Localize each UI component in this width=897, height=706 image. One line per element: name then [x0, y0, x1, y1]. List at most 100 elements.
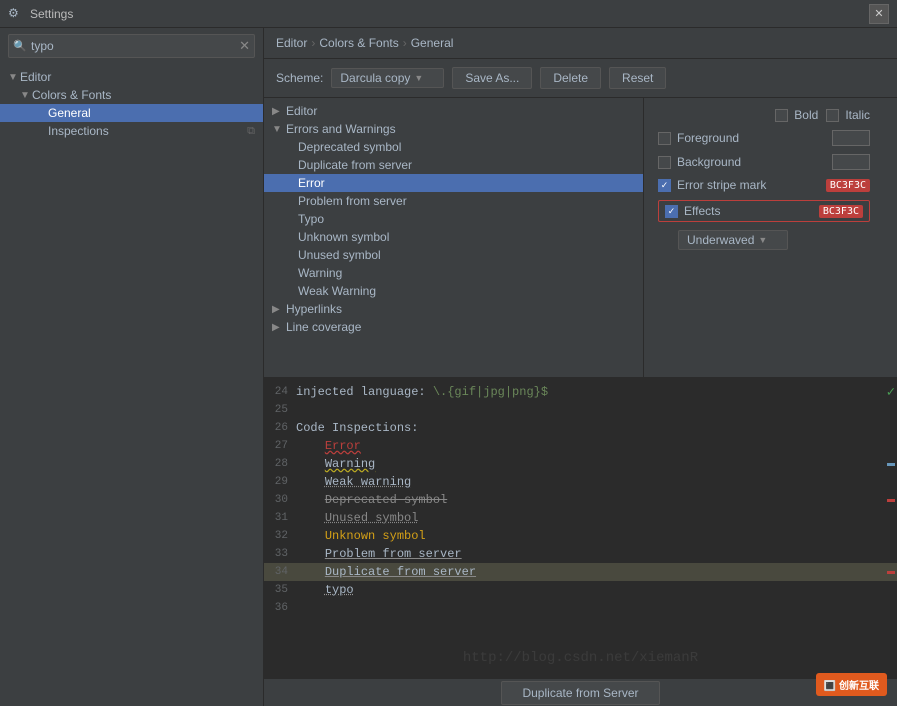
line-num-35: 35 — [268, 584, 296, 596]
breadcrumb: Editor › Colors & Fonts › General — [264, 28, 897, 59]
search-input[interactable] — [8, 34, 255, 58]
foreground-swatch[interactable] — [832, 130, 870, 146]
st-item-unused[interactable]: Unused symbol — [264, 246, 643, 264]
top-split: ▶ Editor ▼ Errors and Warnings Deprecate… — [264, 98, 897, 378]
title-bar: ⚙ Settings ✕ — [0, 0, 897, 28]
line-num-34: 34 — [268, 566, 296, 578]
scheme-dropdown-arrow: ▼ — [414, 73, 423, 83]
effects-color[interactable]: BC3F3C — [819, 205, 863, 218]
error-stripe-color[interactable]: BC3F3C — [826, 179, 870, 192]
st-item-unknown[interactable]: Unknown symbol — [264, 228, 643, 246]
st-item-typo[interactable]: Typo — [264, 210, 643, 228]
split-area: ▶ Editor ▼ Errors and Warnings Deprecate… — [264, 98, 897, 706]
breadcrumb-sep-1: › — [311, 36, 315, 50]
line-num-33: 33 — [268, 548, 296, 560]
scheme-value: Darcula copy — [340, 71, 410, 85]
copy-icon: ⧉ — [247, 125, 255, 138]
line-content-31: Unused symbol — [296, 511, 418, 525]
save-as-button[interactable]: Save As... — [452, 67, 532, 89]
logo-badge: 🔳 创新互联 — [816, 673, 887, 696]
st-item-problem[interactable]: Problem from server — [264, 192, 643, 210]
duplicate-from-server-button[interactable]: Duplicate from Server — [501, 681, 659, 705]
line-num-31: 31 — [268, 512, 296, 524]
line-num-27: 27 — [268, 440, 296, 452]
st-item-line-coverage[interactable]: ▶ Line coverage — [264, 318, 643, 336]
italic-label: Italic — [845, 108, 870, 122]
reset-button[interactable]: Reset — [609, 67, 666, 89]
error-stripe-label: Error stripe mark — [677, 178, 820, 192]
scheme-label: Scheme: — [276, 71, 323, 85]
effects-dropdown-arrow: ▼ — [758, 235, 767, 245]
foreground-checkbox[interactable] — [658, 132, 671, 145]
line-content-26: Code Inspections: — [296, 421, 418, 435]
tree-arrow-colors-fonts: ▼ — [20, 90, 32, 101]
st-label-error: Error — [298, 176, 325, 190]
tree-item-general[interactable]: General — [0, 104, 263, 122]
code-line-34: 34 Duplicate from server — [264, 563, 897, 581]
line-content-28: Warning — [296, 457, 375, 471]
st-arrow-line-coverage: ▶ — [272, 322, 286, 333]
st-arrow-unused — [284, 250, 298, 261]
line-num-25: 25 — [268, 404, 296, 416]
scheme-dropdown[interactable]: Darcula copy ▼ — [331, 68, 444, 88]
st-item-deprecated[interactable]: Deprecated symbol — [264, 138, 643, 156]
code-line-26: 26 Code Inspections: — [264, 419, 897, 437]
st-item-dup-server[interactable]: Duplicate from server — [264, 156, 643, 174]
main-container: 🔍 ✕ ▼ Editor ▼ Colors & Fonts General — [0, 28, 897, 706]
tree-arrow-inspections — [36, 126, 48, 137]
tree-item-colors-fonts[interactable]: ▼ Colors & Fonts — [0, 86, 263, 104]
tree-item-editor[interactable]: ▼ Editor — [0, 68, 263, 86]
line-content-30: Deprecated symbol — [296, 493, 447, 507]
st-arrow-hyperlinks: ▶ — [272, 304, 286, 315]
code-line-25: 25 — [264, 401, 897, 419]
tree-arrow-general — [36, 108, 48, 119]
search-box: 🔍 ✕ — [8, 34, 255, 58]
line-num-28: 28 — [268, 458, 296, 470]
st-label-unused: Unused symbol — [298, 248, 381, 262]
tree-item-inspections[interactable]: Inspections ⧉ — [0, 122, 263, 140]
bottom-bar: Duplicate from Server — [264, 678, 897, 706]
st-arrow-problem — [284, 196, 298, 207]
st-item-error[interactable]: Error — [264, 174, 643, 192]
background-checkbox[interactable] — [658, 156, 671, 169]
line-num-24: 24 — [268, 386, 296, 398]
bold-checkbox[interactable] — [775, 109, 788, 122]
left-tree: ▼ Editor ▼ Colors & Fonts General Inspec… — [0, 64, 263, 706]
breadcrumb-part-editor: Editor — [276, 36, 307, 50]
st-label-typo: Typo — [298, 212, 324, 226]
bold-italic-row: Bold Italic — [658, 108, 870, 122]
st-arrow-warning — [284, 268, 298, 279]
code-line-29: 29 Weak warning — [264, 473, 897, 491]
effects-type-dropdown[interactable]: Underwaved ▼ — [678, 230, 788, 250]
delete-button[interactable]: Delete — [540, 67, 601, 89]
st-item-hyperlinks[interactable]: ▶ Hyperlinks — [264, 300, 643, 318]
st-item-weak-warning[interactable]: Weak Warning — [264, 282, 643, 300]
breadcrumb-part-general: General — [411, 36, 454, 50]
italic-checkbox[interactable] — [826, 109, 839, 122]
effects-type-value: Underwaved — [687, 233, 754, 247]
logo-label: 创新互联 — [839, 681, 879, 692]
close-button[interactable]: ✕ — [869, 4, 889, 24]
code-line-31: 31 Unused symbol — [264, 509, 897, 527]
code-line-33: 33 Problem from server — [264, 545, 897, 563]
background-swatch[interactable] — [832, 154, 870, 170]
st-item-warning[interactable]: Warning — [264, 264, 643, 282]
st-item-errors[interactable]: ▼ Errors and Warnings — [264, 120, 643, 138]
window-title: Settings — [30, 7, 869, 21]
effects-checkbox[interactable] — [665, 205, 678, 218]
line-num-36: 36 — [268, 602, 296, 614]
st-arrow-editor: ▶ — [272, 106, 286, 117]
search-clear-icon[interactable]: ✕ — [239, 38, 250, 54]
indicator-red-34 — [887, 571, 895, 574]
st-item-editor[interactable]: ▶ Editor — [264, 102, 643, 120]
italic-checkbox-row: Italic — [826, 108, 870, 122]
st-arrow-error — [284, 178, 298, 189]
st-label-errors: Errors and Warnings — [286, 122, 396, 136]
breadcrumb-part-colors: Colors & Fonts — [319, 36, 398, 50]
error-stripe-checkbox[interactable] — [658, 179, 671, 192]
line-content-34: Duplicate from server — [296, 565, 476, 579]
effects-dropdown-row: Underwaved ▼ — [658, 230, 870, 250]
st-label-deprecated: Deprecated symbol — [298, 140, 401, 154]
line-content-27: Error — [296, 439, 361, 453]
line-content-24: injected language: \.{gif|jpg|png}$ — [296, 385, 548, 399]
